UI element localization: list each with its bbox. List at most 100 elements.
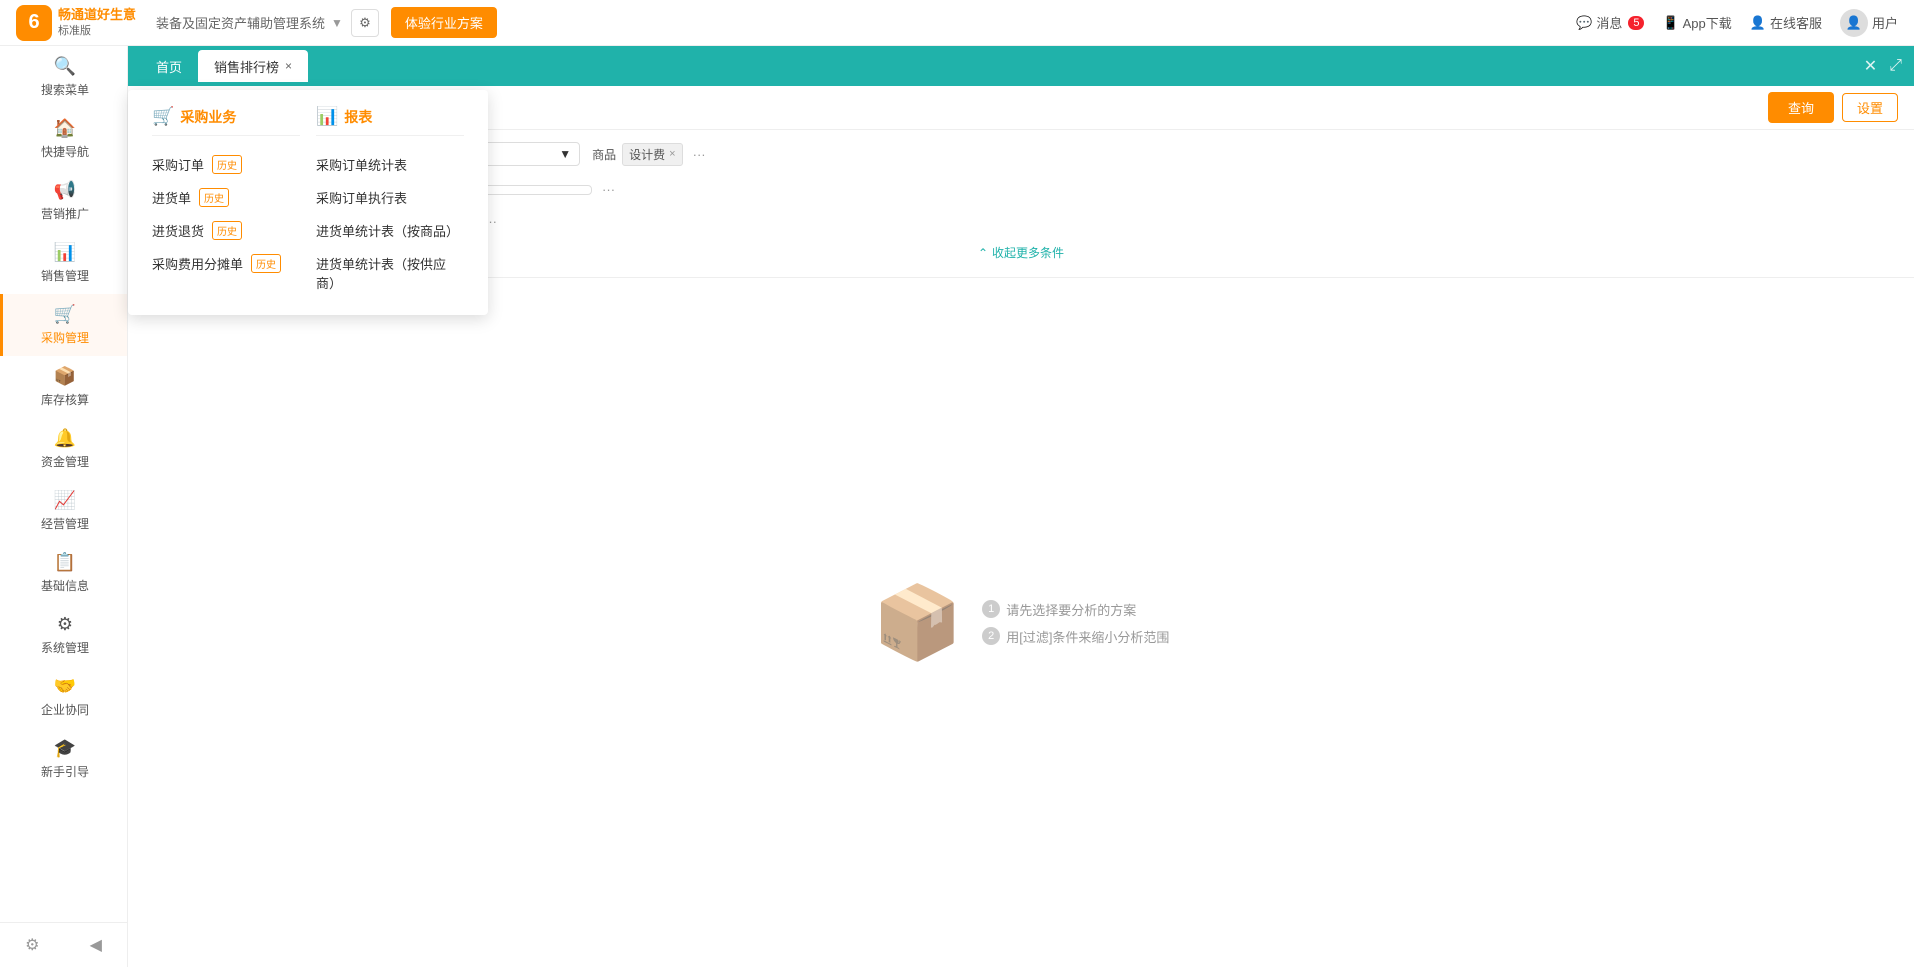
tab-close-icon[interactable]: × — [285, 59, 292, 73]
dropdown-item-purchase-order[interactable]: 采购订单 历史 — [152, 148, 300, 181]
collapse-sidebar-icon[interactable]: ◀ — [90, 935, 102, 955]
sidebar-label-newbie: 新手引导 — [41, 763, 89, 780]
empty-content: 📦 1 请先选择要分析的方案 2 用[过滤]条件来缩小分析范围 — [873, 580, 1170, 665]
report-col-header: 📊 报表 — [316, 106, 464, 136]
basic-icon: 📋 — [54, 552, 76, 573]
finance-icon: 🔔 — [54, 428, 76, 449]
sidebar-item-finance[interactable]: 🔔 资金管理 — [0, 418, 127, 480]
purchase-icon: 🛒 — [54, 304, 76, 325]
messages-label: 消息 — [1596, 13, 1622, 32]
sidebar-item-quick[interactable]: 🏠 快捷导航 — [0, 108, 127, 170]
sidebar-label-sales: 销售管理 — [41, 267, 89, 284]
collapse-label: 收起更多条件 — [992, 244, 1064, 261]
app-download-button[interactable]: 📱 App下载 — [1662, 13, 1731, 32]
sidebar-item-sales[interactable]: 📊 销售管理 — [0, 232, 127, 294]
sales-icon: 📊 — [54, 242, 76, 263]
tab-sales-rank[interactable]: 销售排行榜 × — [198, 50, 308, 82]
sidebar-label-inventory: 库存核算 — [41, 391, 89, 408]
sidebar-label-quick: 快捷导航 — [41, 143, 89, 160]
item-label-incoming-goods: 进货单统计表（按商品） — [316, 221, 459, 240]
history-badge-2: 历史 — [199, 188, 229, 207]
message-badge: 5 — [1628, 16, 1644, 30]
user-menu[interactable]: 👤 用户 — [1840, 9, 1898, 37]
tab-expand-icon[interactable]: ⤢ — [1889, 57, 1902, 75]
sidebar-bottom: ⚙ ◀ — [0, 922, 127, 967]
top-right: 💬 消息 5 📱 App下载 👤 在线客服 👤 用户 — [1576, 9, 1898, 37]
goods-filter: 商品 设计费 × ··· — [592, 143, 709, 166]
sidebar-item-purchase[interactable]: 🛒 采购管理 — [0, 294, 127, 356]
sidebar-item-search[interactable]: 🔍 搜索菜单 — [0, 46, 127, 108]
dropdown-item-return[interactable]: 进货退货 历史 — [152, 214, 300, 247]
goods-more-btn[interactable]: ··· — [693, 147, 706, 162]
item-label-return: 进货退货 — [152, 221, 204, 240]
logo-icon: 6 — [16, 5, 52, 41]
settings-bottom-icon[interactable]: ⚙ — [25, 935, 39, 955]
empty-illustration: 📦 — [873, 580, 963, 665]
dropdown-item-incoming-supplier[interactable]: 进货单统计表（按供应商） — [316, 247, 464, 299]
dropdown-item-order-exec[interactable]: 采购订单执行表 — [316, 181, 464, 214]
status-select-arrow: ▼ — [559, 147, 571, 161]
goods-tag: 设计费 × — [622, 143, 682, 166]
goods-label: 商品 — [592, 146, 616, 163]
search-icon: 🔍 — [54, 56, 76, 77]
item-label-incoming-supplier: 进货单统计表（按供应商） — [316, 254, 464, 292]
collapse-up-icon: ⌃ — [978, 246, 988, 260]
purchase-col-icon: 🛒 — [152, 106, 174, 127]
purchase-col-header: 🛒 采购业务 — [152, 106, 300, 136]
sidebar-item-marketing[interactable]: 📢 营销推广 — [0, 170, 127, 232]
sidebar-item-basic[interactable]: 📋 基础信息 — [0, 542, 127, 604]
dropdown-item-incoming[interactable]: 进货单 历史 — [152, 181, 300, 214]
tip1-text: 请先选择要分析的方案 — [1006, 600, 1136, 619]
history-badge-1: 历史 — [212, 155, 242, 174]
tab-close-all-icon[interactable]: ✕ — [1864, 56, 1877, 76]
item-label-expense: 采购费用分摊单 — [152, 254, 243, 273]
query-button[interactable]: 查询 — [1768, 92, 1834, 123]
dropdown-item-incoming-goods[interactable]: 进货单统计表（按商品） — [316, 214, 464, 247]
item-label-incoming: 进货单 — [152, 188, 191, 207]
salesperson-more-btn[interactable]: ··· — [602, 182, 615, 197]
home-icon: 🏠 — [54, 118, 76, 139]
report-col-icon: 📊 — [316, 106, 338, 127]
dropdown-item-order-stats[interactable]: 采购订单统计表 — [316, 148, 464, 181]
sidebar-item-inventory[interactable]: 📦 库存核算 — [0, 356, 127, 418]
set-button[interactable]: 设置 — [1842, 93, 1898, 122]
item-label-order-stats: 采购订单统计表 — [316, 155, 407, 174]
sidebar-item-enterprise[interactable]: 🤝 企业协同 — [0, 666, 127, 728]
goods-tag-value: 设计费 — [629, 146, 665, 163]
empty-tip-2: 2 用[过滤]条件来缩小分析范围 — [982, 627, 1169, 646]
empty-area: 📦 1 请先选择要分析的方案 2 用[过滤]条件来缩小分析范围 — [128, 278, 1914, 967]
top-bar: 6 畅通道好生意 标准版 装备及固定资产辅助管理系统 ▼ ⚙ 体验行业方案 💬 … — [0, 0, 1914, 46]
sidebar-label-basic: 基础信息 — [41, 577, 89, 594]
sidebar-label-system: 系统管理 — [41, 639, 89, 656]
purchase-col-title: 采购业务 — [180, 107, 236, 127]
sidebar-item-newbie[interactable]: 🎓 新手引导 — [0, 728, 127, 790]
online-service-label: 在线客服 — [1770, 13, 1822, 32]
service-icon: 👤 — [1750, 15, 1766, 31]
tab-bar-right: ✕ ⤢ — [1864, 56, 1902, 76]
gear-button[interactable]: ⚙ — [351, 9, 379, 37]
purchase-col: 🛒 采购业务 采购订单 历史 进货单 历史 进货退货 历史 采购费用分摊单 — [144, 106, 308, 299]
industry-button[interactable]: 体验行业方案 — [391, 7, 497, 38]
sidebar-item-operations[interactable]: 📈 经营管理 — [0, 480, 127, 542]
sidebar-label-marketing: 营销推广 — [41, 205, 89, 222]
tab-home[interactable]: 首页 — [140, 50, 198, 82]
history-badge-3: 历史 — [212, 221, 242, 240]
dropdown-grid: 🛒 采购业务 采购订单 历史 进货单 历史 进货退货 历史 采购费用分摊单 — [144, 106, 472, 299]
inventory-icon: 📦 — [54, 366, 76, 387]
operations-icon: 📈 — [54, 490, 76, 511]
empty-tips: 1 请先选择要分析的方案 2 用[过滤]条件来缩小分析范围 — [982, 600, 1169, 646]
dropdown-item-expense[interactable]: 采购费用分摊单 历史 — [152, 247, 300, 280]
sidebar-item-system[interactable]: ⚙ 系统管理 — [0, 604, 127, 666]
logo-sub: 标准版 — [58, 24, 136, 38]
messages-button[interactable]: 💬 消息 5 — [1576, 13, 1644, 32]
sidebar-label-enterprise: 企业协同 — [41, 701, 89, 718]
purchase-dropdown-menu: 🛒 采购业务 采购订单 历史 进货单 历史 进货退货 历史 采购费用分摊单 — [128, 90, 488, 315]
report-col-title: 报表 — [344, 107, 372, 127]
report-col: 📊 报表 采购订单统计表 采购订单执行表 进货单统计表（按商品） 进货单统计表（… — [308, 106, 472, 299]
online-service-button[interactable]: 👤 在线客服 — [1750, 13, 1822, 32]
empty-tip-1: 1 请先选择要分析的方案 — [982, 600, 1169, 619]
goods-tag-remove[interactable]: × — [669, 148, 675, 160]
sidebar-label-finance: 资金管理 — [41, 453, 89, 470]
collapse-button[interactable]: ⌃ 收起更多条件 — [978, 244, 1064, 261]
dropdown-arrow-icon[interactable]: ▼ — [331, 16, 343, 30]
